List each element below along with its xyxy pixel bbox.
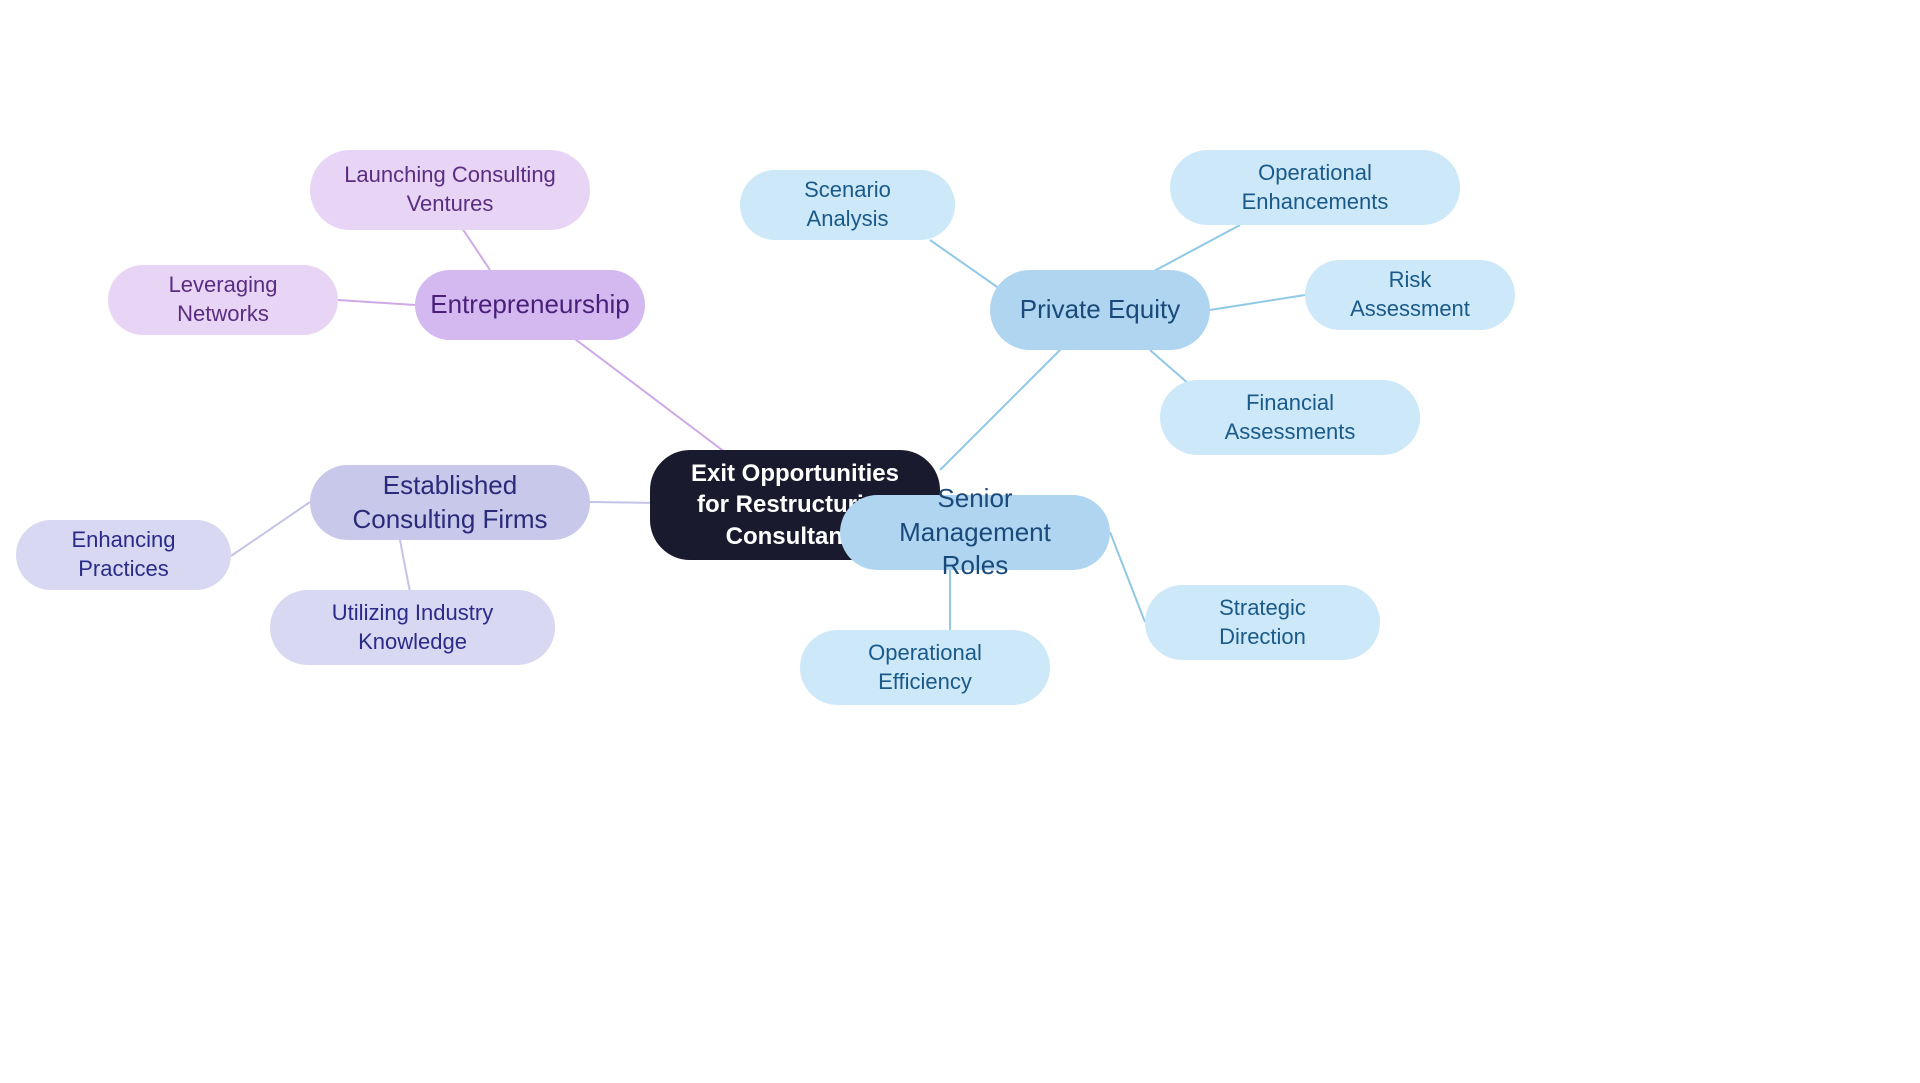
financial-assessments-node: Financial Assessments <box>1160 380 1420 455</box>
launching-node: Launching Consulting Ventures <box>310 150 590 230</box>
leveraging-node: Leveraging Networks <box>108 265 338 335</box>
senior-management-node: Senior Management Roles <box>840 495 1110 570</box>
established-node: Established Consulting Firms <box>310 465 590 540</box>
enhancing-node: Enhancing Practices <box>16 520 231 590</box>
operational-efficiency-node: Operational Efficiency <box>800 630 1050 705</box>
operational-enhancements-node: Operational Enhancements <box>1170 150 1460 225</box>
strategic-direction-node: Strategic Direction <box>1145 585 1380 660</box>
scenario-analysis-node: Scenario Analysis <box>740 170 955 240</box>
utilizing-node: Utilizing Industry Knowledge <box>270 590 555 665</box>
private-equity-node: Private Equity <box>990 270 1210 350</box>
entrepreneurship-node: Entrepreneurship <box>415 270 645 340</box>
risk-assessment-node: Risk Assessment <box>1305 260 1515 330</box>
